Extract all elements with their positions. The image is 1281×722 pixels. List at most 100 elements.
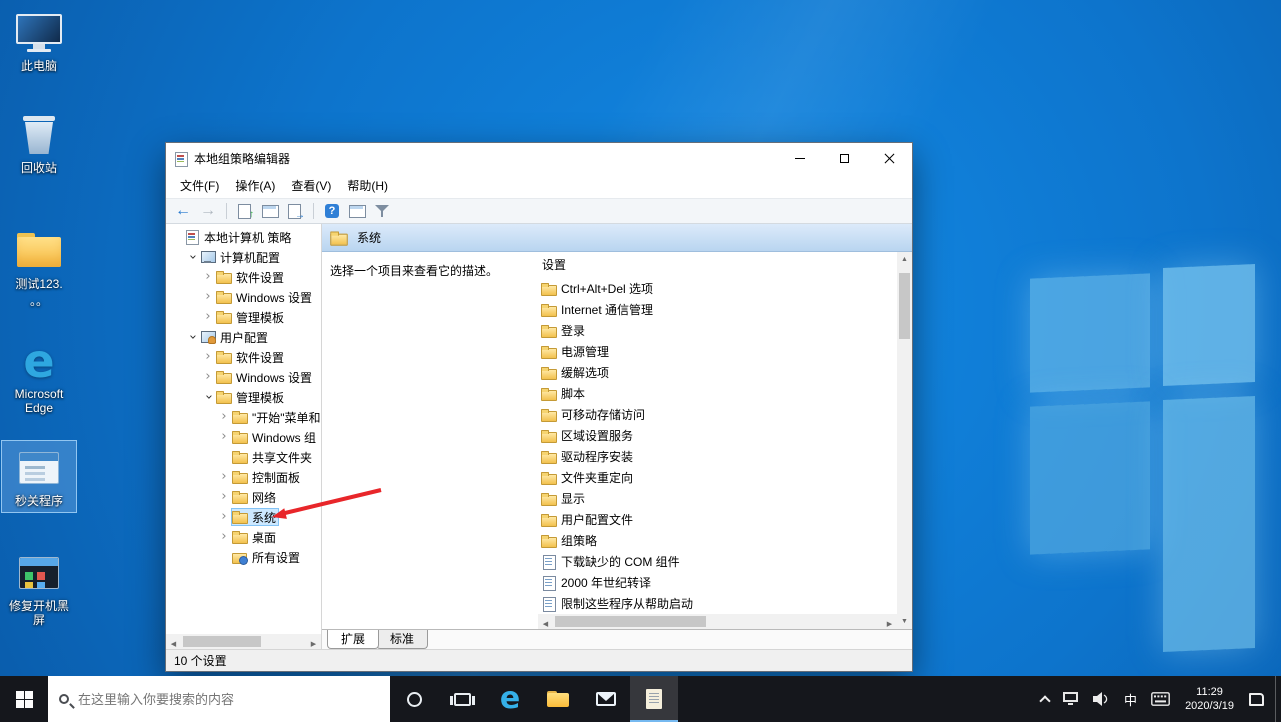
menu-file[interactable]: 文件(F) (172, 175, 227, 197)
tray-monitor-button[interactable] (1056, 676, 1085, 722)
menu-view[interactable]: 查看(V) (283, 175, 339, 197)
taskbar-clock[interactable]: 11:29 2020/3/19 (1177, 676, 1242, 722)
forward-icon[interactable] (199, 202, 217, 220)
setting-item[interactable]: 区域设置服务 (538, 425, 897, 446)
expand-icon[interactable]: › (217, 427, 231, 447)
setting-item[interactable]: 限制这些程序从帮助启动 (538, 593, 897, 614)
expand-icon[interactable]: › (217, 487, 231, 507)
expand-icon[interactable]: › (201, 367, 215, 387)
task-view-button[interactable] (438, 676, 486, 722)
expand-icon[interactable]: › (201, 267, 215, 287)
scroll-thumb[interactable] (183, 636, 261, 647)
setting-item[interactable]: 2000 年世纪转译 (538, 572, 897, 593)
scroll-thumb[interactable] (555, 616, 706, 627)
scroll-right-icon[interactable] (306, 635, 321, 649)
tree-item[interactable]: ›"开始"菜单和 (166, 407, 321, 427)
action-center-button[interactable] (1242, 676, 1271, 722)
desktop-icon-edge[interactable]: Microsoft Edge (2, 334, 76, 419)
desktop-icon-fix-black-screen[interactable]: 修复开机黑屏 (2, 546, 76, 631)
tree-node[interactable]: 用户配置 (199, 328, 271, 346)
touch-keyboard-button[interactable] (1144, 676, 1177, 722)
setting-item[interactable]: 文件夹重定向 (538, 467, 897, 488)
tree-node[interactable]: 系统 (231, 508, 279, 526)
expand-icon[interactable]: › (217, 467, 231, 487)
tree-item[interactable]: ›网络 (166, 487, 321, 507)
tree-item[interactable]: ›管理模板 (166, 387, 321, 407)
minimize-button[interactable] (777, 143, 822, 174)
tree-node[interactable]: 共享文件夹 (231, 448, 315, 466)
setting-item[interactable]: 可移动存储访问 (538, 404, 897, 425)
tree-node[interactable]: 桌面 (231, 528, 279, 546)
tree-item[interactable]: ›Windows 设置 (166, 287, 321, 307)
taskbar-mail-button[interactable] (582, 676, 630, 722)
setting-item[interactable]: 登录 (538, 320, 897, 341)
taskbar-edge-button[interactable] (486, 676, 534, 722)
tab-extended[interactable]: 扩展 (327, 630, 379, 649)
tree-node[interactable]: 管理模板 (215, 308, 287, 326)
scroll-left-icon[interactable] (538, 615, 553, 629)
tree-node[interactable]: "开始"菜单和 (231, 408, 321, 426)
ime-mode-button[interactable]: 中 (1117, 676, 1144, 722)
setting-item[interactable]: 电源管理 (538, 341, 897, 362)
desktop-icon-recycle-bin[interactable]: 回收站 (2, 108, 76, 179)
scroll-left-icon[interactable] (166, 635, 181, 649)
tree-item[interactable]: ›控制面板 (166, 467, 321, 487)
title-bar[interactable]: 本地组策略编辑器 (166, 143, 912, 174)
tree-node[interactable]: 所有设置 (231, 548, 303, 566)
content-horizontal-scrollbar[interactable] (538, 614, 897, 629)
tree-item[interactable]: ›Windows 组 (166, 427, 321, 447)
taskbar-search[interactable] (48, 676, 390, 722)
setting-item[interactable]: Ctrl+Alt+Del 选项 (538, 278, 897, 299)
setting-item[interactable]: 下载缺少的 COM 组件 (538, 551, 897, 572)
tree-item[interactable]: ›计算机配置 (166, 247, 321, 267)
collapse-icon[interactable]: › (198, 390, 218, 404)
tree-item[interactable]: ›软件设置 (166, 347, 321, 367)
desktop-icon-quick-close[interactable]: 秒关程序 (2, 441, 76, 512)
tree-node[interactable]: 控制面板 (231, 468, 303, 486)
back-icon[interactable] (174, 202, 192, 220)
tab-standard[interactable]: 标准 (376, 630, 428, 649)
tree-item[interactable]: 共享文件夹 (166, 447, 321, 467)
close-button[interactable] (867, 143, 912, 174)
setting-item[interactable]: 缓解选项 (538, 362, 897, 383)
vertical-scrollbar[interactable] (897, 252, 912, 629)
maximize-button[interactable] (822, 143, 867, 174)
up-level-icon[interactable] (236, 202, 254, 220)
collapse-icon[interactable]: › (182, 330, 202, 344)
volume-button[interactable] (1085, 676, 1117, 722)
setting-item[interactable]: 用户配置文件 (538, 509, 897, 530)
extended-standard-view-icon[interactable] (348, 202, 366, 220)
tree-node[interactable]: 本地计算机 策略 (183, 228, 294, 246)
tree-item[interactable]: ›软件设置 (166, 267, 321, 287)
setting-item[interactable]: Internet 通信管理 (538, 299, 897, 320)
setting-item[interactable]: 组策略 (538, 530, 897, 551)
tree-item[interactable]: ›用户配置 (166, 327, 321, 347)
collapse-icon[interactable]: › (182, 250, 202, 264)
cortana-button[interactable] (390, 676, 438, 722)
expand-icon[interactable]: › (201, 307, 215, 327)
expand-icon[interactable]: › (217, 527, 231, 547)
scroll-thumb[interactable] (899, 273, 910, 339)
search-input[interactable] (78, 692, 363, 707)
scroll-right-icon[interactable] (882, 615, 897, 629)
tree-node[interactable]: Windows 设置 (215, 288, 315, 306)
settings-column-header[interactable]: 设置 (538, 252, 897, 278)
setting-item[interactable]: 脚本 (538, 383, 897, 404)
help-icon[interactable] (323, 202, 341, 220)
tree-item[interactable]: ›管理模板 (166, 307, 321, 327)
tree-item[interactable]: ›桌面 (166, 527, 321, 547)
scroll-track[interactable] (897, 267, 912, 614)
tree-node[interactable]: 管理模板 (215, 388, 287, 406)
tree-item[interactable]: ›系统 (166, 507, 321, 527)
desktop-icon-test-folder[interactable]: 测试123. 。。 (2, 224, 76, 312)
expand-icon[interactable]: › (217, 507, 231, 527)
filter-icon[interactable] (373, 202, 391, 220)
tree-horizontal-scrollbar[interactable] (166, 634, 321, 649)
tree-node[interactable]: 计算机配置 (199, 248, 283, 266)
tree-item[interactable]: ›Windows 设置 (166, 367, 321, 387)
tree-node[interactable]: Windows 组 (231, 428, 319, 446)
tree-node[interactable]: Windows 设置 (215, 368, 315, 386)
tree-node[interactable]: 软件设置 (215, 268, 287, 286)
taskbar-explorer-button[interactable] (534, 676, 582, 722)
menu-help[interactable]: 帮助(H) (339, 175, 396, 197)
